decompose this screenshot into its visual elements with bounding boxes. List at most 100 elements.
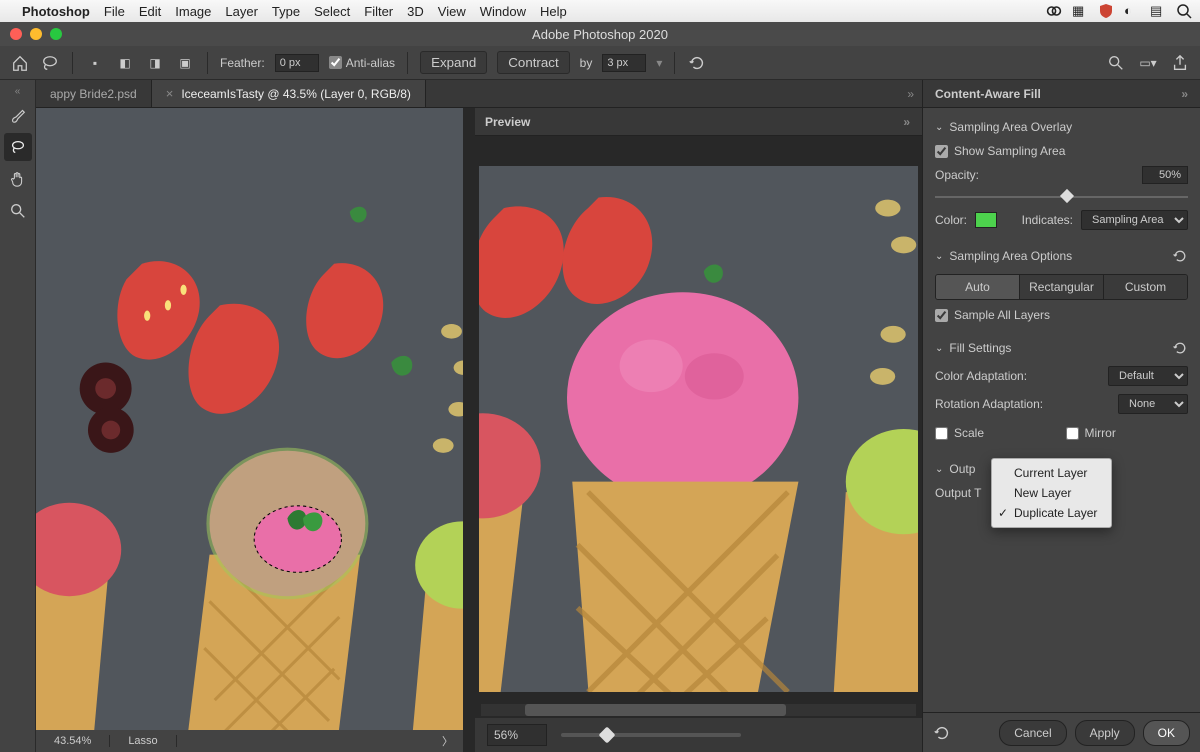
preview-title: Preview [485, 115, 530, 129]
feather-input[interactable] [275, 54, 319, 72]
contrast-icon[interactable]: ◐ [1124, 3, 1140, 19]
reset-icon[interactable] [1172, 248, 1188, 264]
chevron-down-icon: ⌄ [935, 343, 943, 354]
seg-auto[interactable]: Auto [936, 275, 1020, 299]
document-tab[interactable]: × IceceamIsTasty @ 43.5% (Layer 0, RGB/8… [152, 80, 426, 107]
tab-label: IceceamIsTasty @ 43.5% (Layer 0, RGB/8) [181, 87, 411, 101]
menu-type[interactable]: Type [272, 4, 300, 19]
frame-icon[interactable]: ▭▾ [1138, 53, 1158, 73]
subtract-selection-icon[interactable]: ◨ [145, 53, 165, 73]
mac-menubar: Photoshop File Edit Image Layer Type Sel… [0, 0, 1200, 22]
document-tab[interactable]: appy Bride2.psd [36, 80, 152, 107]
show-sampling-label: Show Sampling Area [954, 144, 1065, 158]
shield-icon[interactable] [1098, 3, 1114, 19]
fill-settings-section[interactable]: ⌄ Fill Settings [935, 334, 1188, 362]
chevron-down-icon: ⌄ [935, 251, 943, 262]
close-window-icon[interactable] [10, 28, 22, 40]
share-icon[interactable] [1170, 53, 1190, 73]
document-tabs: appy Bride2.psd × IceceamIsTasty @ 43.5%… [36, 80, 922, 108]
status-chevron-icon[interactable]: 〉 [432, 733, 463, 749]
menu-file[interactable]: File [104, 4, 125, 19]
tabs-overflow-icon[interactable]: » [899, 87, 922, 101]
status-tool: Lasso [110, 735, 176, 747]
menu-filter[interactable]: Filter [364, 4, 393, 19]
menu-window[interactable]: Window [480, 4, 526, 19]
close-tab-icon[interactable]: × [166, 86, 174, 101]
menu-image[interactable]: Image [175, 4, 211, 19]
preview-scrollbar[interactable] [481, 704, 916, 716]
panel-collapse-icon[interactable]: » [1181, 87, 1188, 101]
lasso-tool-icon[interactable] [40, 53, 60, 73]
feather-label: Feather: [220, 56, 265, 70]
window-title: Adobe Photoshop 2020 [532, 27, 668, 42]
output-to-dropdown[interactable]: Current Layer New Layer Duplicate Layer [991, 458, 1112, 528]
scale-checkbox[interactable] [935, 427, 948, 440]
preview-canvas[interactable] [479, 166, 918, 692]
show-sampling-checkbox[interactable] [935, 145, 948, 158]
dropdown-item[interactable]: New Layer [992, 483, 1111, 503]
seg-custom[interactable]: Custom [1104, 275, 1187, 299]
panel-reset-icon[interactable] [933, 724, 951, 742]
antialias-checkbox[interactable] [329, 56, 342, 69]
panel-drag-icon[interactable]: » [903, 115, 912, 129]
tools-panel: « [0, 80, 36, 752]
search-docs-icon[interactable] [1106, 53, 1126, 73]
menubar-icon-2[interactable]: ▦ [1072, 3, 1088, 19]
chevron-down-icon: ⌄ [935, 122, 943, 133]
menu-help[interactable]: Help [540, 4, 567, 19]
apply-button[interactable]: Apply [1075, 720, 1135, 746]
expand-button[interactable]: Expand [420, 51, 487, 74]
cc-icon[interactable] [1046, 3, 1062, 19]
rotation-adapt-label: Rotation Adaptation: [935, 397, 1043, 411]
panel-title: Content-Aware Fill [935, 87, 1041, 101]
new-selection-icon[interactable]: ▪ [85, 53, 105, 73]
by-input[interactable] [602, 54, 646, 72]
menu-photoshop[interactable]: Photoshop [22, 4, 90, 19]
zoom-tool[interactable] [4, 197, 32, 225]
menu-edit[interactable]: Edit [139, 4, 161, 19]
by-label: by [580, 56, 593, 70]
mirror-checkbox[interactable] [1066, 427, 1079, 440]
sampling-mode-segment[interactable]: Auto Rectangular Custom [935, 274, 1188, 300]
cancel-button[interactable]: Cancel [999, 720, 1066, 746]
sample-all-layers-checkbox[interactable] [935, 309, 948, 322]
preview-zoom-input[interactable] [487, 724, 547, 746]
indicates-select[interactable]: Sampling Area [1081, 210, 1188, 230]
search-icon[interactable] [1176, 3, 1192, 19]
traffic-lights[interactable] [10, 28, 62, 40]
preview-zoom-slider[interactable] [561, 733, 741, 737]
menubar-icon-5[interactable]: ▤ [1150, 3, 1166, 19]
minimize-window-icon[interactable] [30, 28, 42, 40]
canvas-status-bar: 43.54% Lasso 〉 [36, 730, 463, 752]
reset-icon[interactable] [1172, 340, 1188, 356]
menu-3d[interactable]: 3D [407, 4, 424, 19]
lasso-tool[interactable] [4, 133, 32, 161]
mirror-label: Mirror [1085, 426, 1116, 440]
menu-select[interactable]: Select [314, 4, 350, 19]
hand-tool[interactable] [4, 165, 32, 193]
opacity-value[interactable]: 50% [1142, 166, 1188, 184]
seg-rectangular[interactable]: Rectangular [1020, 275, 1104, 299]
reset-icon[interactable] [687, 53, 707, 73]
brush-tool[interactable] [4, 101, 32, 129]
ok-button[interactable]: OK [1143, 720, 1190, 746]
opacity-slider[interactable] [935, 188, 1188, 206]
menu-view[interactable]: View [438, 4, 466, 19]
maximize-window-icon[interactable] [50, 28, 62, 40]
menu-layer[interactable]: Layer [225, 4, 258, 19]
dropdown-item[interactable]: Duplicate Layer [992, 503, 1111, 523]
dropdown-item[interactable]: Current Layer [992, 463, 1111, 483]
contract-button[interactable]: Contract [497, 51, 569, 74]
intersect-selection-icon[interactable]: ▣ [175, 53, 195, 73]
sampling-overlay-section[interactable]: ⌄ Sampling Area Overlay [935, 114, 1188, 140]
section-label: Sampling Area Overlay [949, 120, 1072, 134]
add-selection-icon[interactable]: ◧ [115, 53, 135, 73]
content-aware-fill-panel: Content-Aware Fill » ⌄ Sampling Area Ove… [922, 80, 1200, 752]
sampling-options-section[interactable]: ⌄ Sampling Area Options [935, 242, 1188, 270]
color-adapt-select[interactable]: Default [1108, 366, 1188, 386]
main-canvas[interactable]: 43.54% Lasso 〉 [36, 108, 463, 752]
color-swatch[interactable] [975, 212, 997, 228]
home-icon[interactable] [10, 53, 30, 73]
rotation-adapt-select[interactable]: None [1118, 394, 1188, 414]
status-zoom[interactable]: 43.54% [36, 735, 110, 747]
